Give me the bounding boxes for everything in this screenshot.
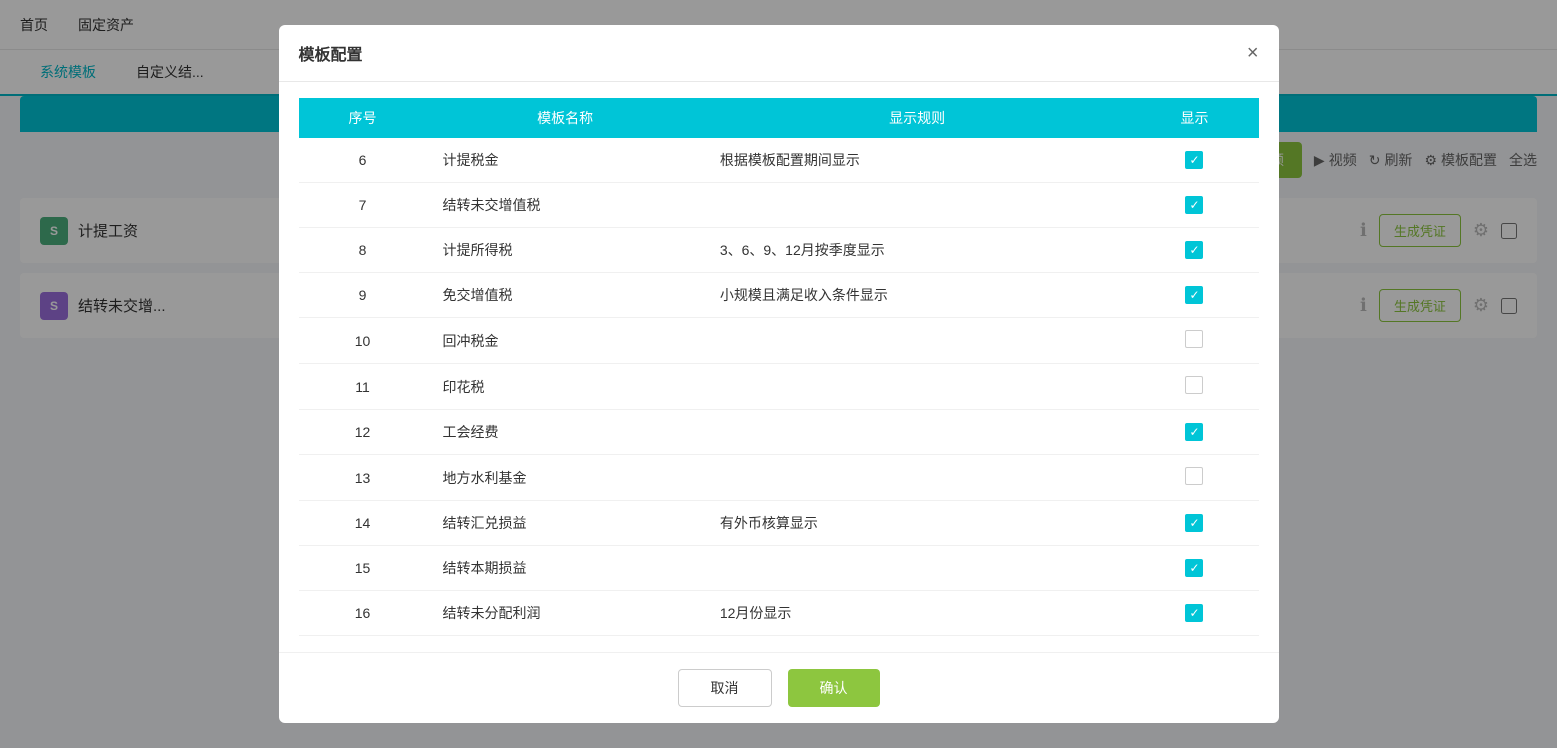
cell-name-6: 工会经费 — [427, 410, 704, 455]
modal-close-button[interactable]: × — [1247, 43, 1259, 63]
cell-name-5: 印花税 — [427, 364, 704, 410]
config-table: 序号 模板名称 显示规则 显示 6计提税金根据模板配置期间显示7结转未交增值税8… — [299, 98, 1259, 636]
checkbox-2[interactable] — [1185, 241, 1203, 259]
cell-no-8: 14 — [299, 501, 427, 546]
cell-no-6: 12 — [299, 410, 427, 455]
checkbox-3[interactable] — [1185, 286, 1203, 304]
cell-name-7: 地方水利基金 — [427, 455, 704, 501]
cell-check-2 — [1130, 228, 1258, 273]
checkbox-9[interactable] — [1185, 559, 1203, 577]
modal-header: 模板配置 × — [279, 25, 1279, 82]
cell-check-0 — [1130, 138, 1258, 183]
cell-check-1 — [1130, 183, 1258, 228]
modal-title: 模板配置 — [299, 41, 363, 65]
cell-no-9: 15 — [299, 546, 427, 591]
cell-no-1: 7 — [299, 183, 427, 228]
cell-name-9: 结转本期损益 — [427, 546, 704, 591]
cell-rule-4 — [704, 318, 1131, 364]
cell-name-8: 结转汇兑损益 — [427, 501, 704, 546]
cell-name-0: 计提税金 — [427, 138, 704, 183]
checkbox-7[interactable] — [1185, 467, 1203, 485]
checkbox-1[interactable] — [1185, 196, 1203, 214]
cell-rule-10: 12月份显示 — [704, 591, 1131, 636]
cell-no-3: 9 — [299, 273, 427, 318]
table-row: 11印花税 — [299, 364, 1259, 410]
confirm-button[interactable]: 确认 — [788, 669, 880, 707]
table-row: 15结转本期损益 — [299, 546, 1259, 591]
col-header-name: 模板名称 — [427, 98, 704, 138]
col-header-rule: 显示规则 — [704, 98, 1131, 138]
checkbox-6[interactable] — [1185, 423, 1203, 441]
cell-rule-0: 根据模板配置期间显示 — [704, 138, 1131, 183]
table-body: 6计提税金根据模板配置期间显示7结转未交增值税8计提所得税3、6、9、12月按季… — [299, 138, 1259, 636]
modal-template-config: 模板配置 × 序号 模板名称 显示规则 显示 6计提税金根据模板配置期间显示7结… — [279, 25, 1279, 723]
table-row: 14结转汇兑损益有外币核算显示 — [299, 501, 1259, 546]
cell-name-3: 免交增值税 — [427, 273, 704, 318]
cell-rule-7 — [704, 455, 1131, 501]
cell-name-4: 回冲税金 — [427, 318, 704, 364]
modal-body: 序号 模板名称 显示规则 显示 6计提税金根据模板配置期间显示7结转未交增值税8… — [279, 82, 1279, 652]
cell-check-10 — [1130, 591, 1258, 636]
cell-rule-8: 有外币核算显示 — [704, 501, 1131, 546]
cell-no-7: 13 — [299, 455, 427, 501]
checkbox-0[interactable] — [1185, 151, 1203, 169]
cell-rule-9 — [704, 546, 1131, 591]
table-row: 8计提所得税3、6、9、12月按季度显示 — [299, 228, 1259, 273]
cell-rule-3: 小规模且满足收入条件显示 — [704, 273, 1131, 318]
cell-no-2: 8 — [299, 228, 427, 273]
cell-check-9 — [1130, 546, 1258, 591]
checkbox-8[interactable] — [1185, 514, 1203, 532]
checkbox-10[interactable] — [1185, 604, 1203, 622]
table-head: 序号 模板名称 显示规则 显示 — [299, 98, 1259, 138]
checkbox-5[interactable] — [1185, 376, 1203, 394]
cancel-button[interactable]: 取消 — [678, 669, 772, 707]
cell-check-3 — [1130, 273, 1258, 318]
col-header-no: 序号 — [299, 98, 427, 138]
col-header-show: 显示 — [1130, 98, 1258, 138]
table-row: 10回冲税金 — [299, 318, 1259, 364]
cell-check-7 — [1130, 455, 1258, 501]
table-row: 16结转未分配利润12月份显示 — [299, 591, 1259, 636]
cell-check-5 — [1130, 364, 1258, 410]
cell-no-4: 10 — [299, 318, 427, 364]
modal-footer: 取消 确认 — [279, 652, 1279, 723]
table-row: 7结转未交增值税 — [299, 183, 1259, 228]
cell-no-5: 11 — [299, 364, 427, 410]
cell-no-10: 16 — [299, 591, 427, 636]
cell-rule-2: 3、6、9、12月按季度显示 — [704, 228, 1131, 273]
cell-check-8 — [1130, 501, 1258, 546]
cell-no-0: 6 — [299, 138, 427, 183]
cell-name-1: 结转未交增值税 — [427, 183, 704, 228]
cell-rule-1 — [704, 183, 1131, 228]
table-row: 13地方水利基金 — [299, 455, 1259, 501]
table-row: 9免交增值税小规模且满足收入条件显示 — [299, 273, 1259, 318]
table-row: 6计提税金根据模板配置期间显示 — [299, 138, 1259, 183]
cell-name-2: 计提所得税 — [427, 228, 704, 273]
cell-rule-6 — [704, 410, 1131, 455]
cell-rule-5 — [704, 364, 1131, 410]
cell-check-6 — [1130, 410, 1258, 455]
cell-name-10: 结转未分配利润 — [427, 591, 704, 636]
checkbox-4[interactable] — [1185, 330, 1203, 348]
table-row: 12工会经费 — [299, 410, 1259, 455]
cell-check-4 — [1130, 318, 1258, 364]
